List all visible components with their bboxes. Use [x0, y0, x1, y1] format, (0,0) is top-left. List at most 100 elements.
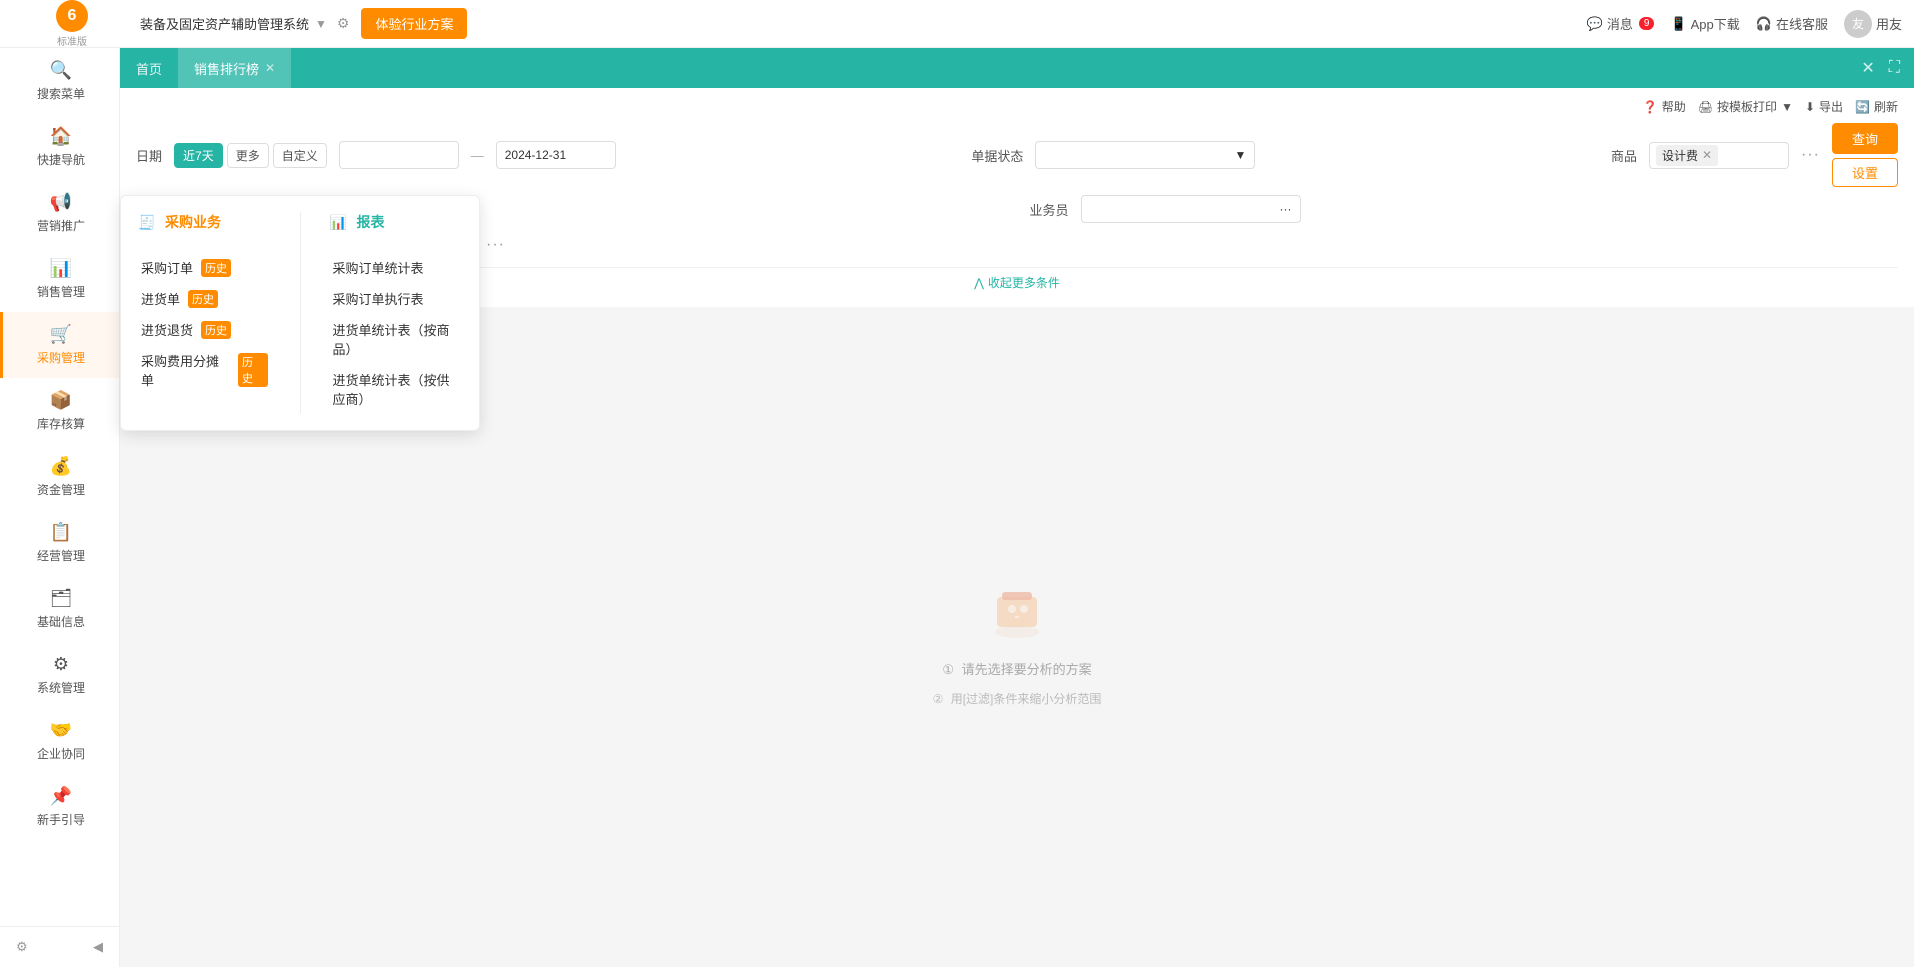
sidebar-label-operation: 经营管理: [37, 547, 85, 564]
sidebar-label-guide: 新手引导: [37, 811, 85, 828]
goods-filter[interactable]: 设计费 ✕: [1649, 142, 1789, 169]
sidebar-label-search: 搜索菜单: [37, 85, 85, 102]
app-download-btn[interactable]: 📱 App下载: [1670, 14, 1739, 33]
sidebar-item-system[interactable]: ⚙ 系统管理: [0, 642, 119, 708]
sidebar-item-inventory[interactable]: 📦 库存核算: [0, 378, 119, 444]
empty-hint2: ② 用[过滤]条件来缩小分析范围: [933, 690, 1102, 707]
sidebar-item-sales[interactable]: 📊 销售管理: [0, 246, 119, 312]
search-icon: 🔍: [50, 60, 72, 81]
sidebar-label-cooperation: 企业协同: [37, 745, 85, 762]
tab-bar: 首页 销售排行榜 ✕ ✕ ⛶: [120, 48, 1914, 88]
sidebar-item-basic-info[interactable]: 🗂 基础信息: [0, 576, 119, 642]
logo-text: 标准版: [57, 33, 87, 48]
system-icon: ⚙: [53, 654, 69, 675]
sidebar-label-inventory: 库存核算: [37, 415, 85, 432]
industry-btn[interactable]: 体验行业方案: [361, 8, 467, 39]
date-from-input[interactable]: [339, 141, 459, 169]
history-badge-1: 历史: [188, 290, 218, 308]
history-badge-3: 历史: [238, 353, 268, 387]
date-label: 日期: [136, 146, 162, 165]
sidebar-label-sales: 销售管理: [37, 283, 85, 300]
avatar-text: 友: [1852, 15, 1864, 32]
reports-col-icon: 📊: [329, 212, 349, 232]
setting-btn[interactable]: 设置: [1832, 158, 1898, 187]
tab-bar-right: ✕ ⛶: [1855, 54, 1914, 82]
print-btn[interactable]: 🖨 按模板打印 ▼: [1698, 98, 1793, 115]
system-title-arrow[interactable]: ▼: [315, 17, 327, 31]
dropdown-item-incoming-stats-supplier[interactable]: 进货单统计表（按供应商）: [329, 364, 464, 414]
toolbar-row: ❓ 帮助 🖨 按模板打印 ▼ ⬇ 导出 🔄 刷新: [136, 98, 1898, 115]
messages-btn[interactable]: 💬 消息 9: [1587, 14, 1655, 33]
sidebar-collapse-icon[interactable]: ◀: [93, 939, 103, 955]
dropdown-item-order-exec[interactable]: 采购订单执行表: [329, 283, 464, 314]
purchase-col-header: 🧾 采购业务: [137, 212, 272, 240]
sidebar-item-finance[interactable]: 💰 资金管理: [0, 444, 119, 510]
tab-expand-icon[interactable]: ⛶: [1883, 55, 1906, 81]
tab-home[interactable]: 首页: [120, 48, 178, 88]
customer-more-btn[interactable]: ···: [486, 236, 505, 254]
reports-col: 📊 报表 采购订单统计表 采购订单执行表 进货单统计表（按商品） 进货单统计表（…: [329, 212, 464, 414]
sidebar-label-quick-nav: 快捷导航: [37, 151, 85, 168]
dropdown-cols: 🧾 采购业务 采购订单 历史 进货单 历史 进货退货 历史: [137, 212, 463, 414]
sidebar-item-purchase[interactable]: 🛒 采购管理: [0, 312, 119, 378]
salesman-label: 业务员: [1030, 200, 1069, 219]
doc-status-arrow: ▼: [1234, 148, 1246, 162]
sidebar: 🔍 搜索菜单 🏠 快捷导航 📢 营销推广 📊 销售管理 🛒 采购管理 📦 库存核…: [0, 48, 120, 967]
online-service-btn[interactable]: 🎧 在线客服: [1756, 14, 1828, 33]
sidebar-item-guide[interactable]: 📌 新手引导: [0, 774, 119, 840]
export-icon: ⬇: [1805, 100, 1815, 114]
main-layout: 🔍 搜索菜单 🏠 快捷导航 📢 营销推广 📊 销售管理 🛒 采购管理 📦 库存核…: [0, 48, 1914, 967]
sales-icon: 📊: [50, 258, 72, 279]
finance-icon: 💰: [50, 456, 72, 477]
date-to-input[interactable]: [496, 141, 616, 169]
query-btn[interactable]: 查询: [1832, 123, 1898, 154]
inventory-icon: 📦: [50, 390, 72, 411]
guide-icon: 📌: [50, 786, 72, 807]
sidebar-settings-icon[interactable]: ⚙: [16, 939, 28, 955]
content-area: 首页 销售排行榜 ✕ ✕ ⛶ ❓ 帮助 🖨 按模板打印: [120, 48, 1914, 967]
history-badge-2: 历史: [201, 321, 231, 339]
date-btn-custom[interactable]: 自定义: [273, 143, 327, 168]
export-btn[interactable]: ⬇ 导出: [1805, 98, 1843, 115]
message-icon: 💬: [1587, 16, 1603, 32]
print-arrow[interactable]: ▼: [1781, 100, 1793, 114]
system-settings-icon[interactable]: ⚙: [337, 15, 350, 32]
sidebar-item-quick-nav[interactable]: 🏠 快捷导航: [0, 114, 119, 180]
user-btn[interactable]: 友 用友: [1844, 10, 1902, 38]
dropdown-item-purchase-order[interactable]: 采购订单 历史: [137, 252, 272, 283]
refresh-btn[interactable]: 🔄 刷新: [1855, 98, 1898, 115]
refresh-icon: 🔄: [1855, 100, 1870, 114]
help-btn[interactable]: ❓ 帮助: [1643, 98, 1686, 115]
dropdown-item-incoming-stats-goods[interactable]: 进货单统计表（按商品）: [329, 314, 464, 364]
sidebar-label-marketing: 营销推广: [37, 217, 85, 234]
purchase-col: 🧾 采购业务 采购订单 历史 进货单 历史 进货退货 历史: [137, 212, 272, 414]
sidebar-item-search[interactable]: 🔍 搜索菜单: [0, 48, 119, 114]
date-btn-7days[interactable]: 近7天: [174, 143, 223, 168]
goods-tag-close[interactable]: ✕: [1702, 148, 1712, 162]
print-icon: 🖨: [1698, 100, 1713, 114]
sidebar-item-operation[interactable]: 📋 经营管理: [0, 510, 119, 576]
help-icon: ❓: [1643, 100, 1658, 114]
dropdown-item-order-stats[interactable]: 采购订单统计表: [329, 252, 464, 283]
doc-status-select[interactable]: ▼: [1035, 141, 1255, 169]
system-title: 装备及固定资产辅助管理系统 ▼ ⚙: [140, 14, 349, 33]
dropdown-item-incoming[interactable]: 进货单 历史: [137, 283, 272, 314]
sidebar-label-basic-info: 基础信息: [37, 613, 85, 630]
dropdown-item-expense[interactable]: 采购费用分摊单 历史: [137, 345, 272, 395]
tab-close-icon[interactable]: ✕: [265, 61, 275, 75]
goods-more-btn[interactable]: ···: [1801, 146, 1820, 164]
salesman-arrow: ···: [1280, 202, 1292, 216]
tab-close-all-icon[interactable]: ✕: [1855, 54, 1880, 82]
dropdown-item-return[interactable]: 进货退货 历史: [137, 314, 272, 345]
phone-icon: 📱: [1670, 16, 1686, 32]
avatar: 友: [1844, 10, 1872, 38]
salesman-select[interactable]: ···: [1081, 195, 1301, 223]
purchase-icon: 🛒: [50, 324, 72, 345]
sidebar-item-marketing[interactable]: 📢 营销推广: [0, 180, 119, 246]
dropdown-divider: [300, 212, 301, 414]
tab-sales-rank[interactable]: 销售排行榜 ✕: [178, 48, 291, 88]
filter-row-1: 日期 近7天 更多 自定义 — 单据状态 ▼ 商品: [136, 123, 1898, 187]
sidebar-item-cooperation[interactable]: 🤝 企业协同: [0, 708, 119, 774]
date-btn-more[interactable]: 更多: [227, 143, 269, 168]
sidebar-label-purchase: 采购管理: [37, 349, 85, 366]
